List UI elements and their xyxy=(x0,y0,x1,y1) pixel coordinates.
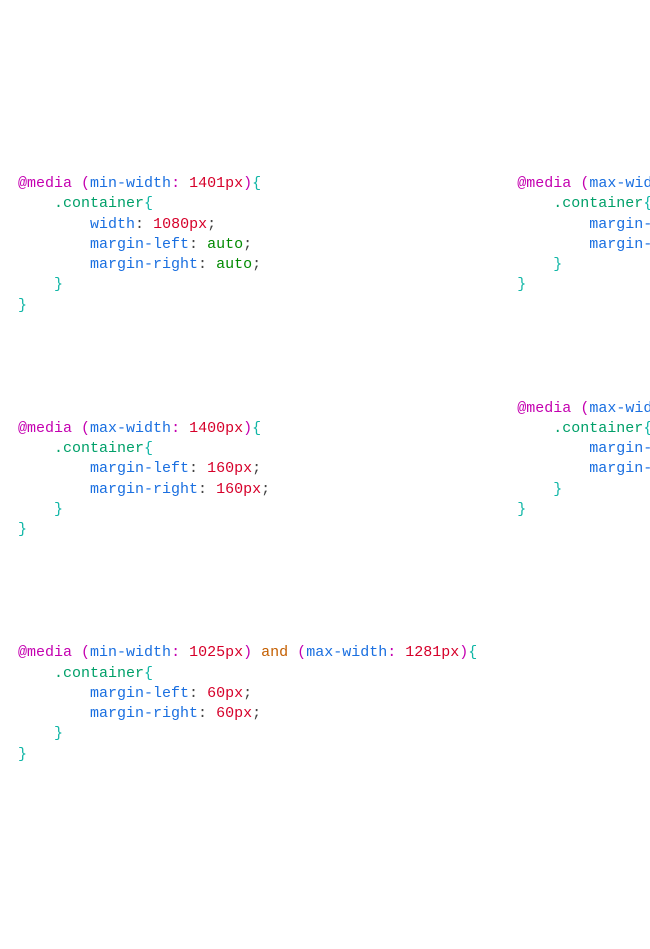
css-value: 60px xyxy=(216,705,252,722)
css-prop: margin-left xyxy=(90,460,189,477)
selector: .container xyxy=(54,440,144,457)
media-feature: max-width xyxy=(589,400,650,417)
css-value: auto xyxy=(207,236,243,253)
media-feature: max-width xyxy=(589,175,650,192)
at-rule: @media xyxy=(517,175,571,192)
selector: .container xyxy=(54,195,144,212)
css-prop: margin-left xyxy=(90,685,189,702)
at-rule: @media xyxy=(18,175,72,192)
css-prop: margin-left xyxy=(589,440,650,457)
media-value: 1401px xyxy=(189,175,243,192)
css-value: auto xyxy=(216,256,252,273)
media-block: @media (max-width: 1400px){ .container{ … xyxy=(18,419,477,541)
at-rule: @media xyxy=(517,400,571,417)
css-value: 60px xyxy=(207,685,243,702)
media-block: @media (max-width: 1024px){ .container{ … xyxy=(517,174,650,296)
css-value: 160px xyxy=(216,481,261,498)
selector: .container xyxy=(553,420,643,437)
css-value: 1080px xyxy=(153,216,207,233)
code-columns: @media (min-width: 1401px){ .container{ … xyxy=(18,93,632,848)
media-feature: min-width xyxy=(90,175,171,192)
css-value: 160px xyxy=(207,460,252,477)
media-value: 1025px xyxy=(189,644,243,661)
media-feature: max-width xyxy=(90,420,171,437)
code-col-left: @media (min-width: 1401px){ .container{ … xyxy=(18,93,477,848)
css-prop: width xyxy=(90,216,135,233)
media-feature: max-width xyxy=(306,644,387,661)
css-prop: margin-right xyxy=(90,705,198,722)
code-col-right: @media (max-width: 1024px){ .container{ … xyxy=(517,93,650,848)
media-feature: min-width xyxy=(90,644,171,661)
media-block: @media (min-width: 1025px) and (max-widt… xyxy=(18,643,477,765)
selector: .container xyxy=(54,665,144,682)
at-rule: @media xyxy=(18,420,72,437)
and-keyword: and xyxy=(261,644,288,661)
css-prop: margin-right xyxy=(90,481,198,498)
css-prop: margin-right xyxy=(90,256,198,273)
selector: .container xyxy=(553,195,643,212)
media-value: 1400px xyxy=(189,420,243,437)
css-prop: margin-left xyxy=(589,216,650,233)
css-prop: margin-right xyxy=(589,236,650,253)
at-rule: @media xyxy=(18,644,72,661)
media-block: @media (min-width: 1401px){ .container{ … xyxy=(18,174,477,316)
media-block: @media (max-width: 500px){ .container{ m… xyxy=(517,399,650,521)
css-prop: margin-right xyxy=(589,460,650,477)
css-prop: margin-left xyxy=(90,236,189,253)
media-value: 1281px xyxy=(405,644,459,661)
